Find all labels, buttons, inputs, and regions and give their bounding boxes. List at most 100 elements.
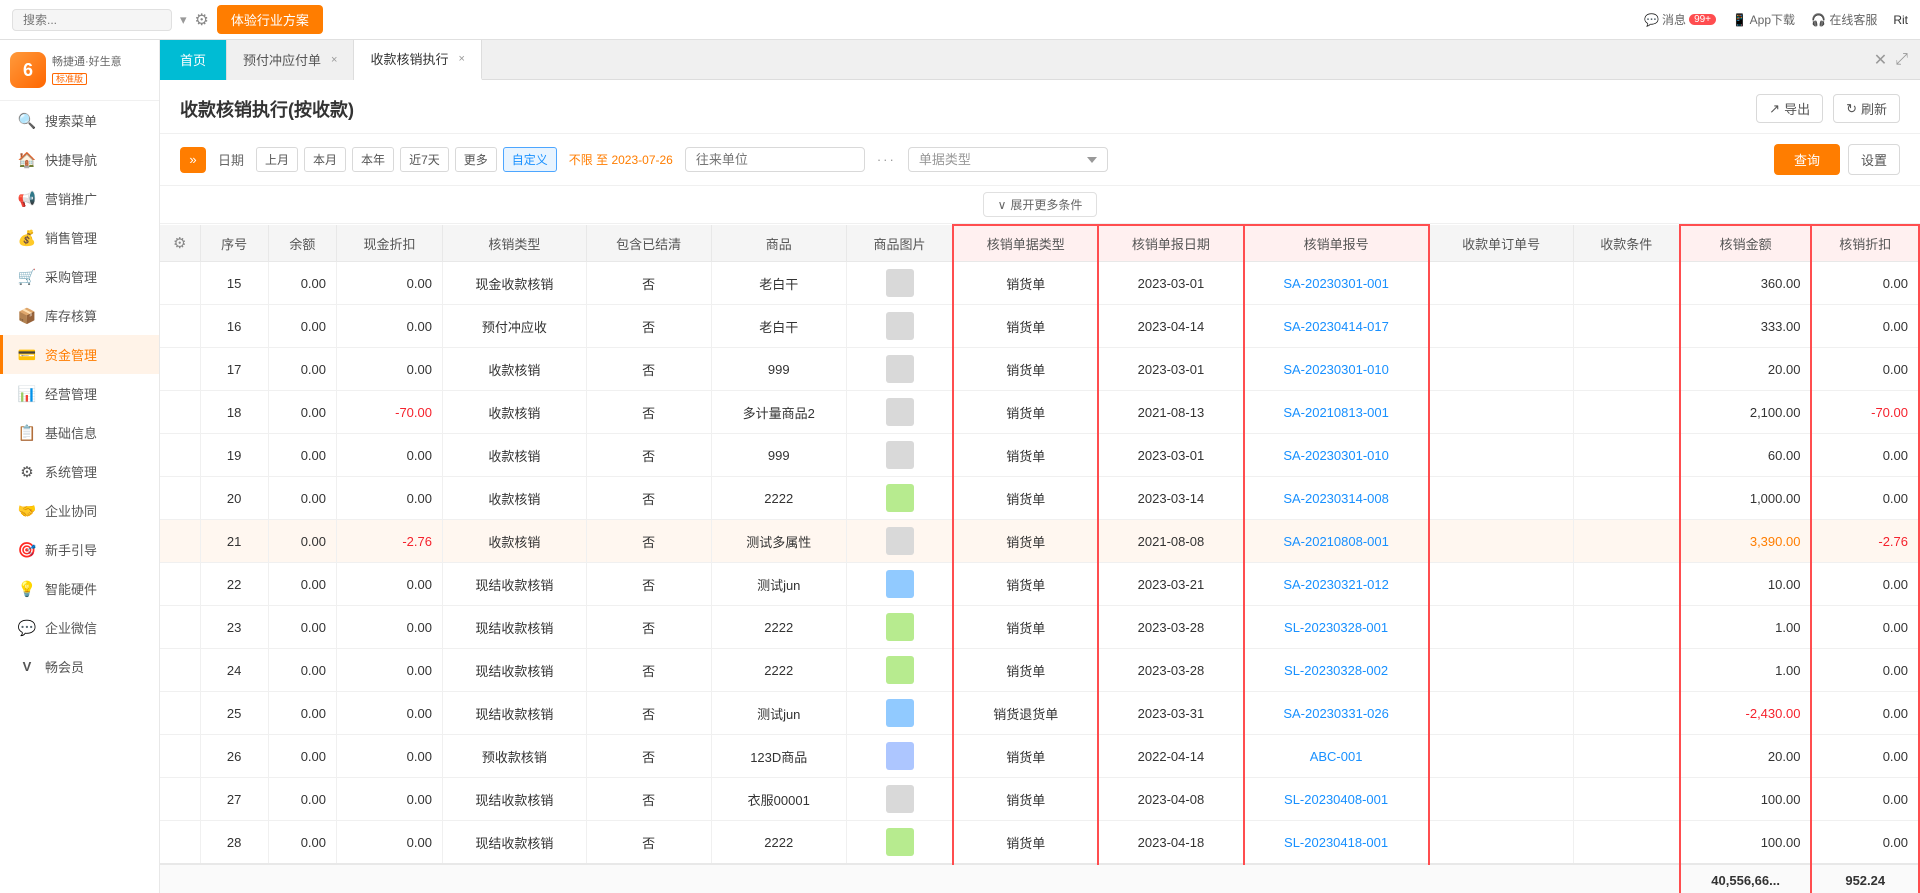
cell-bill-date: 2023-03-01 [1098,262,1243,305]
settings-button[interactable]: 设置 [1848,144,1900,175]
cell-bill-no[interactable]: SL-20230408-001 [1244,778,1429,821]
cell-bill-type: 销货单 [953,649,1098,692]
cell-receipt-order [1429,477,1573,520]
sidebar-item-purchase[interactable]: 🛒 采购管理 [0,257,159,296]
sidebar-label-finance: 资金管理 [45,345,97,364]
date-btn-this-month[interactable]: 本月 [304,147,346,172]
cell-bill-no[interactable]: SA-20230301-010 [1244,434,1429,477]
refresh-button[interactable]: ↻ 刷新 [1833,94,1900,123]
expand-conditions-button[interactable]: ∨ 展开更多条件 [983,192,1098,217]
table-footer-row: 40,556,66... 952.24 [160,864,1919,893]
table-header-row: ⚙ 序号 余额 现金折扣 核销类型 包含已结清 商品 商品图片 核销单据类型 [160,225,1919,262]
cell-receipt-order [1429,305,1573,348]
filter-toggle-button[interactable]: » [180,147,206,173]
sidebar-item-basic-info[interactable]: 📋 基础信息 [0,413,159,452]
inventory-icon: 📦 [17,307,37,325]
cell-receipt-cond [1573,305,1680,348]
tab-prepay-close[interactable]: × [331,54,337,66]
cell-verify-amount: 360.00 [1680,262,1812,305]
sidebar-item-guide[interactable]: 🎯 新手引导 [0,530,159,569]
sidebar-item-hardware[interactable]: 💡 智能硬件 [0,569,159,608]
cell-bill-no[interactable]: SL-20230418-001 [1244,821,1429,865]
cell-balance: 0.00 [268,692,336,735]
tab-receipt-verify-close[interactable]: × [458,53,464,65]
cell-balance: 0.00 [268,348,336,391]
cell-bill-no[interactable]: SA-20230414-017 [1244,305,1429,348]
date-btn-7days[interactable]: 近7天 [400,147,449,172]
cell-verify-amount: 1.00 [1680,606,1812,649]
cell-bill-date: 2023-04-18 [1098,821,1243,865]
close-all-icon[interactable]: ✕ [1874,50,1887,70]
cell-cash-discount: 0.00 [337,606,443,649]
cell-num: 24 [200,649,268,692]
sidebar-label-guide: 新手引导 [45,540,97,559]
date-btn-last-month[interactable]: 上月 [256,147,298,172]
tab-bar: 首页 预付冲应付单 × 收款核销执行 × ✕ ⤢ [160,40,1920,80]
cell-receipt-order [1429,821,1573,865]
cell-bill-no[interactable]: SA-20230314-008 [1244,477,1429,520]
cell-bill-date: 2023-03-21 [1098,563,1243,606]
sidebar-item-system[interactable]: ⚙ 系统管理 [0,452,159,491]
sidebar-item-wechat[interactable]: 💬 企业微信 [0,608,159,647]
tab-prepay[interactable]: 预付冲应付单 × [227,40,354,80]
export-icon: ↗ [1769,101,1780,117]
date-filter-label: 日期 [218,150,244,169]
user-name[interactable]: Rit [1893,13,1908,27]
sidebar-item-inventory[interactable]: 📦 库存核算 [0,296,159,335]
industry-solution-button[interactable]: 体验行业方案 [217,5,323,34]
sidebar-item-search[interactable]: 🔍 搜索菜单 [0,101,159,140]
app-download-link[interactable]: 📱 App下载 [1732,11,1795,28]
cell-num: 25 [200,692,268,735]
cell-balance: 0.00 [268,821,336,865]
cell-included: 否 [586,477,711,520]
sidebar-item-member[interactable]: V 畅会员 [0,647,159,686]
settings-icon[interactable]: ⚙ [195,10,209,30]
from-unit-input[interactable] [685,147,865,172]
col-header-gear[interactable]: ⚙ [160,225,200,262]
date-btn-this-year[interactable]: 本年 [352,147,394,172]
gear-icon[interactable]: ⚙ [173,235,186,252]
expand-tab-icon[interactable]: ⤢ [1895,51,1908,69]
cell-bill-no[interactable]: SA-20230321-012 [1244,563,1429,606]
sidebar-item-collab[interactable]: 🤝 企业协同 [0,491,159,530]
date-btn-more[interactable]: 更多 [455,147,497,172]
cell-gear [160,821,200,865]
sidebar-item-finance[interactable]: 💳 资金管理 [0,335,159,374]
sidebar-item-quick-nav[interactable]: 🏠 快捷导航 [0,140,159,179]
footer-verify-discount: 952.24 [1811,864,1919,893]
operations-icon: 📊 [17,385,37,403]
cell-bill-no[interactable]: SL-20230328-002 [1244,649,1429,692]
cell-verify-amount: 100.00 [1680,821,1812,865]
cell-receipt-cond [1573,477,1680,520]
bill-type-select[interactable]: 单据类型 [908,147,1108,172]
cell-bill-no[interactable]: ABC-001 [1244,735,1429,778]
query-button[interactable]: 查询 [1774,144,1840,175]
cell-bill-type: 销货单 [953,821,1098,865]
cell-bill-no[interactable]: SA-20230301-010 [1244,348,1429,391]
cell-bill-date: 2021-08-13 [1098,391,1243,434]
notification-area[interactable]: 💬 消息 99+ [1644,11,1716,28]
cell-num: 17 [200,348,268,391]
tab-home[interactable]: 首页 [160,40,227,80]
table-row: 26 0.00 0.00 预收款核销 否 123D商品 销货单 2022-04-… [160,735,1919,778]
export-button[interactable]: ↗ 导出 [1756,94,1823,123]
cell-num: 20 [200,477,268,520]
search-icon: 🔍 [17,112,37,130]
tab-receipt-verify[interactable]: 收款核销执行 × [354,40,481,80]
date-btn-custom[interactable]: 自定义 [503,147,557,172]
top-search-input[interactable] [12,9,172,31]
online-service-link[interactable]: 🎧 在线客服 [1811,11,1877,28]
table-row: 19 0.00 0.00 收款核销 否 999 销货单 2023-03-01 S… [160,434,1919,477]
cell-bill-no[interactable]: SA-20230331-026 [1244,692,1429,735]
cell-bill-no[interactable]: SA-20230301-001 [1244,262,1429,305]
cell-product: 123D商品 [711,735,846,778]
cell-bill-no[interactable]: SA-20210808-001 [1244,520,1429,563]
sidebar-item-sales[interactable]: 💰 销售管理 [0,218,159,257]
cell-included: 否 [586,692,711,735]
cell-cash-discount: 0.00 [337,649,443,692]
cell-bill-no[interactable]: SA-20210813-001 [1244,391,1429,434]
cell-product: 测试多属性 [711,520,846,563]
cell-bill-no[interactable]: SL-20230328-001 [1244,606,1429,649]
sidebar-item-operations[interactable]: 📊 经营管理 [0,374,159,413]
sidebar-item-marketing[interactable]: 📢 营销推广 [0,179,159,218]
